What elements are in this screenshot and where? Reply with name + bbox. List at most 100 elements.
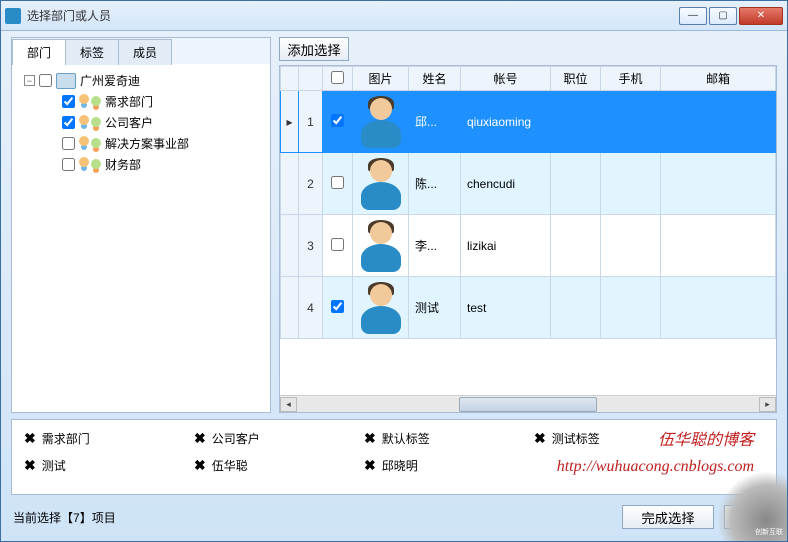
table-row[interactable]: ▸ 1 邱... qiuxiaoming [281,91,776,153]
avatar-icon [359,96,403,148]
group-icon [79,94,101,110]
tree-root-label: 广州爱奇迪 [80,72,140,89]
tree-label: 需求部门 [105,93,153,110]
tree-checkbox[interactable] [62,158,75,171]
cell-position [551,153,601,215]
tree-label: 解决方案事业部 [105,135,189,152]
remove-icon[interactable]: ✖ [534,430,546,447]
watermark: 伍华聪的博客 http://wuhuacong.cnblogs.com [557,428,754,479]
col-name[interactable]: 姓名 [409,67,461,91]
cell-email [661,153,776,215]
sel-label: 公司客户 [212,430,260,447]
row-num: 3 [299,215,323,277]
cell-position [551,91,601,153]
tree-root[interactable]: − 广州爱奇迪 [16,70,266,91]
tree-label: 财务部 [105,156,141,173]
tree-checkbox[interactable] [62,137,75,150]
row-indicator: ▸ [281,91,299,153]
scroll-left-arrow[interactable]: ◂ [280,397,297,412]
clear-button[interactable]: 清 [724,505,775,529]
table-row[interactable]: 3 李... lizikai [281,215,776,277]
org-icon [56,73,76,89]
left-panel: 部门 标签 成员 − 广州爱奇迪 需求部门 [11,37,271,413]
header-row: 图片 姓名 帐号 职位 手机 邮箱 [281,67,776,91]
remove-icon[interactable]: ✖ [24,430,36,447]
avatar-icon [359,282,403,334]
header-checkbox[interactable] [331,71,344,84]
sel-label: 需求部门 [42,430,90,447]
watermark-line2: http://wuhuacong.cnblogs.com [557,454,754,480]
tree-item[interactable]: 财务部 [54,154,266,175]
num-col [299,67,323,91]
remove-icon[interactable]: ✖ [24,457,36,474]
selection-summary: ✖需求部门 ✖公司客户 ✖默认标签 ✖测试标签 ✖测试 ✖伍华聪 ✖邱晓明 伍华… [11,419,777,495]
minimize-button[interactable]: — [679,7,707,25]
tree-view[interactable]: − 广州爱奇迪 需求部门 [12,64,270,412]
remove-icon[interactable]: ✖ [364,430,376,447]
remove-icon[interactable]: ✖ [364,457,376,474]
table-row[interactable]: 2 陈... chencudi [281,153,776,215]
expander-icon[interactable]: − [24,75,35,86]
tree-checkbox[interactable] [62,95,75,108]
table-row[interactable]: 4 测试 test [281,277,776,339]
cell-email [661,277,776,339]
status-text: 当前选择【7】项目 [13,509,612,526]
scroll-right-arrow[interactable]: ▸ [759,397,776,412]
row-checkbox[interactable] [331,238,344,251]
cell-name: 陈... [409,153,461,215]
sel-label: 默认标签 [382,430,430,447]
tree-item[interactable]: 公司客户 [54,112,266,133]
tab-member[interactable]: 成员 [118,39,172,65]
col-position[interactable]: 职位 [551,67,601,91]
row-checkbox[interactable] [331,300,344,313]
add-selection-button[interactable]: 添加选择 [279,37,349,61]
cell-account: chencudi [461,153,551,215]
titlebar: 选择部门或人员 — ▢ ✕ [1,1,787,31]
tree-root-checkbox[interactable] [39,74,52,87]
cell-email [661,91,776,153]
sel-label: 测试 [42,457,66,474]
remove-icon[interactable]: ✖ [194,457,206,474]
cell-phone [601,91,661,153]
cell-position [551,215,601,277]
tree-checkbox[interactable] [62,116,75,129]
sel-label: 伍华聪 [212,457,248,474]
row-header-col [281,67,299,91]
cell-name: 测试 [409,277,461,339]
row-checkbox[interactable] [331,176,344,189]
tree-label: 公司客户 [105,114,153,131]
col-account[interactable]: 帐号 [461,67,551,91]
row-num: 1 [299,91,323,153]
maximize-button[interactable]: ▢ [709,7,737,25]
cell-email [661,215,776,277]
remove-icon[interactable]: ✖ [194,430,206,447]
tree-item[interactable]: 解决方案事业部 [54,133,266,154]
finish-button[interactable]: 完成选择 [622,505,713,529]
cell-position [551,277,601,339]
cell-name: 李... [409,215,461,277]
col-email[interactable]: 邮箱 [661,67,776,91]
scroll-thumb[interactable] [459,397,598,412]
app-icon [5,8,21,24]
tree-item[interactable]: 需求部门 [54,91,266,112]
col-photo[interactable]: 图片 [353,67,409,91]
cell-name: 邱... [409,91,461,153]
row-num: 2 [299,153,323,215]
sel-label: 邱晓明 [382,457,418,474]
avatar-icon [359,158,403,210]
avatar-icon [359,220,403,272]
group-icon [79,136,101,152]
row-checkbox[interactable] [331,114,344,127]
col-phone[interactable]: 手机 [601,67,661,91]
close-button[interactable]: ✕ [739,7,783,25]
cell-phone [601,153,661,215]
cell-phone [601,215,661,277]
group-icon [79,115,101,131]
tab-tag[interactable]: 标签 [65,39,119,65]
cell-phone [601,277,661,339]
cell-account: lizikai [461,215,551,277]
data-grid: 图片 姓名 帐号 职位 手机 邮箱 ▸ 1 [279,65,777,413]
horizontal-scrollbar[interactable]: ◂ ▸ [280,395,776,412]
tab-dept[interactable]: 部门 [12,39,66,65]
watermark-line1: 伍华聪的博客 [557,428,754,454]
